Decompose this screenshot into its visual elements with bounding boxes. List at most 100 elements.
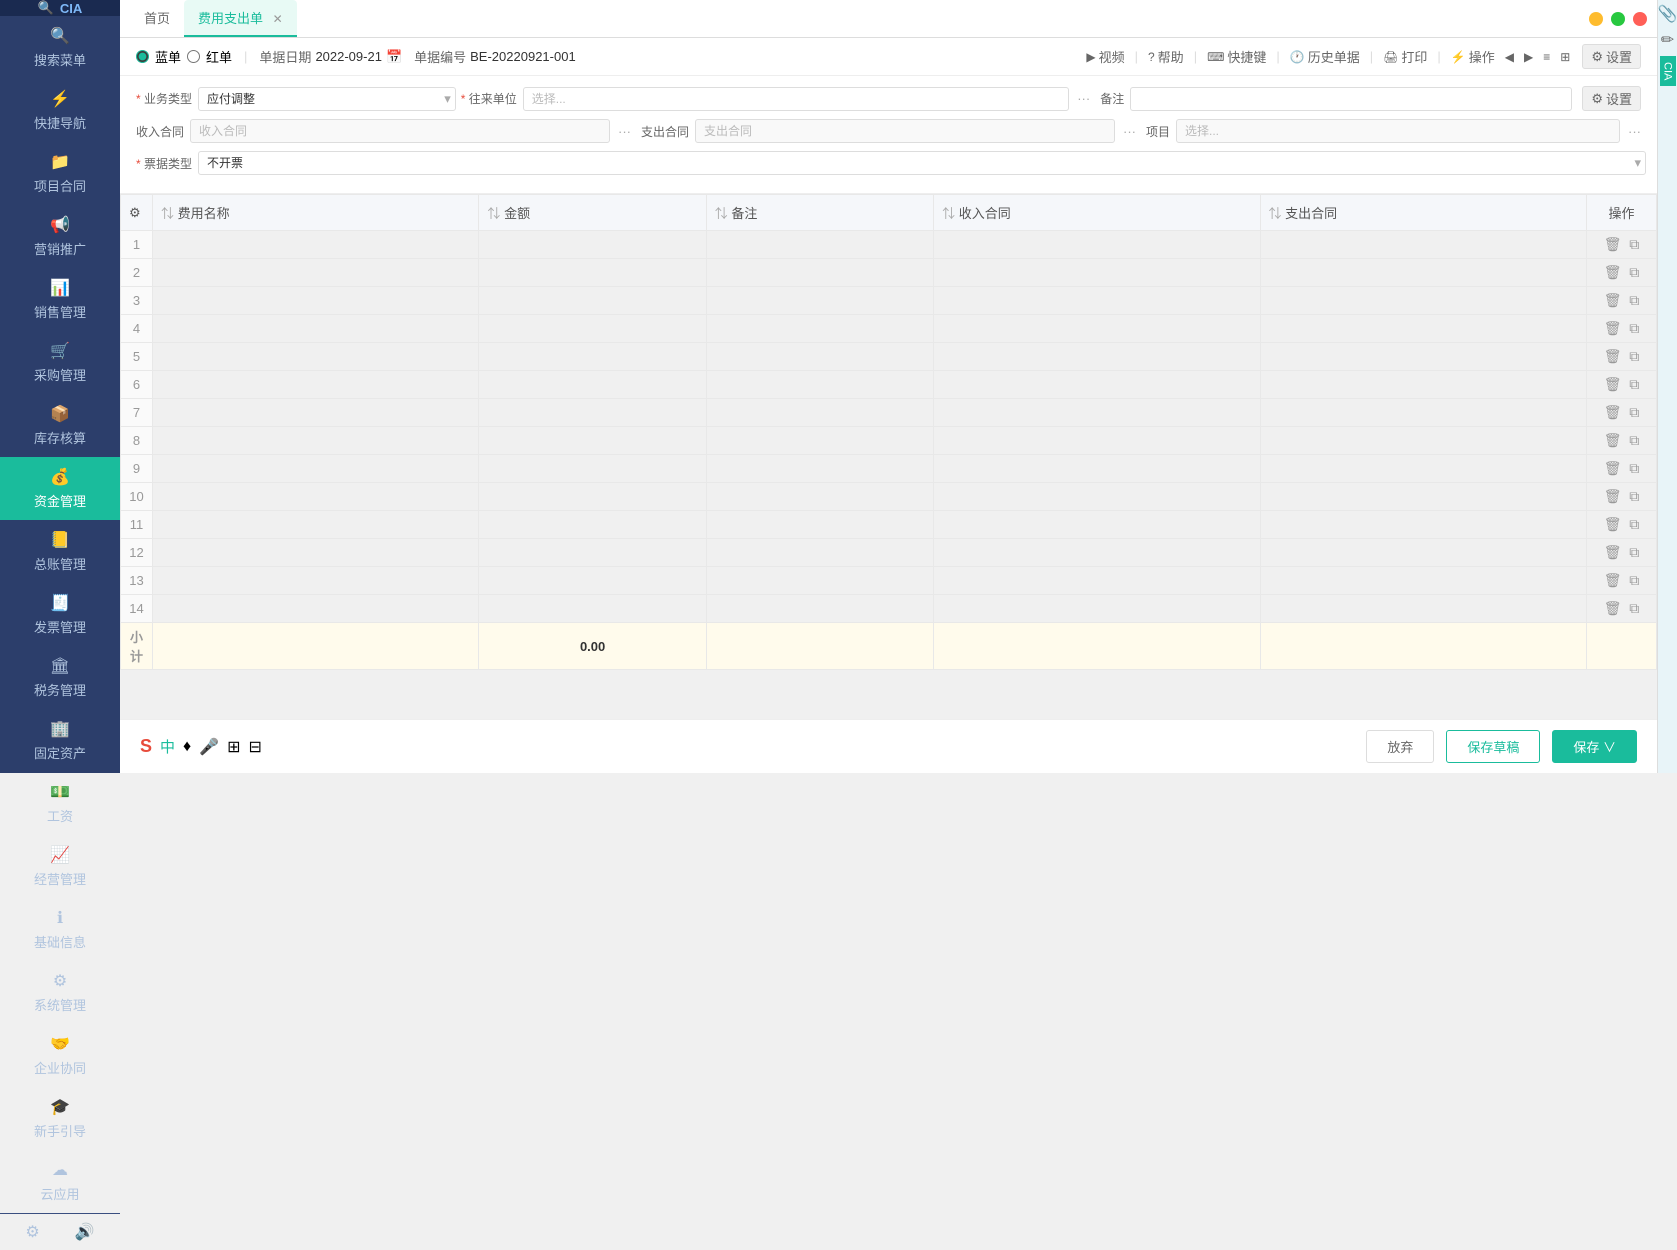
prev-button[interactable]: ◀: [1505, 50, 1514, 64]
invoice-type-select[interactable]: 不开票: [198, 151, 1646, 175]
sidebar-item-purchase[interactable]: 🛒 采购管理: [0, 331, 120, 394]
audio-bottom-icon[interactable]: 🔊: [75, 1222, 95, 1242]
sidebar-item-ledger[interactable]: 📒 总账管理: [0, 520, 120, 583]
cell-expense-contract[interactable]: [1260, 595, 1586, 623]
cell-income-contract[interactable]: [934, 231, 1260, 259]
sidebar-item-sales[interactable]: 📊 销售管理: [0, 268, 120, 331]
sidebar-item-search[interactable]: 🔍 搜索菜单: [0, 16, 120, 79]
sidebar-item-invoice[interactable]: 🧾 发票管理: [0, 583, 120, 646]
cell-amount[interactable]: [479, 259, 706, 287]
delete-row-icon[interactable]: 🗑: [1604, 544, 1622, 560]
sidebar-item-project[interactable]: 📁 项目合同: [0, 142, 120, 205]
delete-row-icon[interactable]: 🗑: [1604, 460, 1622, 476]
settings-button[interactable]: ⚙ 设置: [1582, 44, 1641, 69]
video-button[interactable]: ▶ 视频: [1086, 47, 1124, 66]
cell-amount[interactable]: [479, 315, 706, 343]
delete-row-icon[interactable]: 🗑: [1604, 488, 1622, 504]
cell-remark[interactable]: [706, 539, 933, 567]
copy-row-icon[interactable]: ⧉: [1629, 460, 1639, 476]
cell-expense-contract[interactable]: [1260, 371, 1586, 399]
sidebar-item-tax[interactable]: 🏛 税务管理: [0, 646, 120, 709]
cell-expense-contract[interactable]: [1260, 231, 1586, 259]
delete-row-icon[interactable]: 🗑: [1604, 264, 1622, 280]
sort-income-icon[interactable]: ⇅: [942, 206, 955, 221]
cell-income-contract[interactable]: [934, 287, 1260, 315]
delete-row-icon[interactable]: 🗑: [1604, 572, 1622, 588]
cell-income-contract[interactable]: [934, 259, 1260, 287]
cell-income-contract[interactable]: [934, 539, 1260, 567]
cell-expense-name[interactable]: [153, 539, 479, 567]
cell-expense-name[interactable]: [153, 595, 479, 623]
cell-income-contract[interactable]: [934, 567, 1260, 595]
copy-row-icon[interactable]: ⧉: [1629, 488, 1639, 504]
sidebar-item-assets[interactable]: 🏢 固定资产: [0, 709, 120, 772]
delete-row-icon[interactable]: 🗑: [1604, 516, 1622, 532]
next-button[interactable]: ▶: [1524, 50, 1533, 64]
help-button[interactable]: ? 帮助: [1148, 47, 1184, 66]
red-radio[interactable]: [187, 50, 200, 63]
cell-income-contract[interactable]: [934, 483, 1260, 511]
cell-expense-name[interactable]: [153, 259, 479, 287]
cell-remark[interactable]: [706, 427, 933, 455]
sidebar-item-quicknav[interactable]: ⚡ 快捷导航: [0, 79, 120, 142]
blue-radio-label[interactable]: 蓝单: [155, 47, 181, 66]
cell-remark[interactable]: [706, 567, 933, 595]
window-minimize-button[interactable]: [1589, 12, 1603, 26]
history-button[interactable]: 🕐 历史单据: [1290, 47, 1360, 66]
copy-row-icon[interactable]: ⧉: [1629, 544, 1639, 560]
cell-income-contract[interactable]: [934, 427, 1260, 455]
red-radio-label[interactable]: 红单: [206, 47, 232, 66]
counterparty-more-icon[interactable]: ···: [1077, 91, 1090, 106]
cell-expense-name[interactable]: [153, 483, 479, 511]
copy-row-icon[interactable]: ⧉: [1629, 404, 1639, 420]
cell-amount[interactable]: [479, 231, 706, 259]
discard-button[interactable]: 放弃: [1366, 730, 1434, 763]
cell-remark[interactable]: [706, 399, 933, 427]
tab-expense-close[interactable]: ✕: [273, 12, 283, 26]
sort-remark-icon[interactable]: ⇅: [715, 206, 728, 221]
save-button[interactable]: 保存 ∨: [1552, 730, 1637, 763]
sidebar-item-corp[interactable]: 🤝 企业协同: [0, 1024, 120, 1087]
cell-expense-name[interactable]: [153, 455, 479, 483]
sidebar-item-basic[interactable]: ℹ 基础信息: [0, 898, 120, 961]
cell-expense-name[interactable]: [153, 399, 479, 427]
cell-expense-contract[interactable]: [1260, 427, 1586, 455]
cell-expense-contract[interactable]: [1260, 399, 1586, 427]
cell-expense-contract[interactable]: [1260, 483, 1586, 511]
cell-income-contract[interactable]: [934, 455, 1260, 483]
cell-expense-name[interactable]: [153, 287, 479, 315]
cell-remark[interactable]: [706, 287, 933, 315]
income-contract-more-icon[interactable]: ···: [618, 124, 631, 139]
grid-view-button[interactable]: ⊞: [1560, 50, 1570, 64]
window-close-button[interactable]: [1633, 12, 1647, 26]
cell-remark[interactable]: [706, 231, 933, 259]
cell-expense-name[interactable]: [153, 315, 479, 343]
sidebar-item-newbie[interactable]: 🎓 新手引导: [0, 1087, 120, 1150]
copy-row-icon[interactable]: ⧉: [1629, 376, 1639, 392]
cell-amount[interactable]: [479, 539, 706, 567]
operate-button[interactable]: ⚡ 操作: [1451, 47, 1495, 66]
copy-row-icon[interactable]: ⧉: [1629, 320, 1639, 336]
form-settings-button[interactable]: ⚙ 设置: [1582, 86, 1641, 111]
shortcut-button[interactable]: ⌨ 快捷键: [1207, 47, 1266, 66]
cell-amount[interactable]: [479, 287, 706, 315]
footer-icon-s[interactable]: S: [140, 736, 152, 757]
footer-icon-diamond[interactable]: ♦: [183, 738, 191, 756]
right-panel-edit-icon[interactable]: ✏: [1661, 30, 1674, 50]
expense-contract-input[interactable]: [695, 119, 1115, 143]
sidebar-item-inventory[interactable]: 📦 库存核算: [0, 394, 120, 457]
cell-amount[interactable]: [479, 371, 706, 399]
cell-income-contract[interactable]: [934, 315, 1260, 343]
cell-remark[interactable]: [706, 371, 933, 399]
delete-row-icon[interactable]: 🗑: [1604, 600, 1622, 616]
cell-expense-contract[interactable]: [1260, 287, 1586, 315]
footer-icon-grid1[interactable]: ⊞: [227, 737, 240, 757]
sidebar-item-marketing[interactable]: 📢 营销推广: [0, 205, 120, 268]
cell-remark[interactable]: [706, 595, 933, 623]
cell-income-contract[interactable]: [934, 343, 1260, 371]
tab-expense[interactable]: 费用支出单 ✕: [184, 0, 297, 37]
right-panel-attach-icon[interactable]: 📎: [1658, 4, 1677, 24]
cell-amount[interactable]: [479, 511, 706, 539]
cell-expense-name[interactable]: [153, 427, 479, 455]
cell-amount[interactable]: [479, 343, 706, 371]
